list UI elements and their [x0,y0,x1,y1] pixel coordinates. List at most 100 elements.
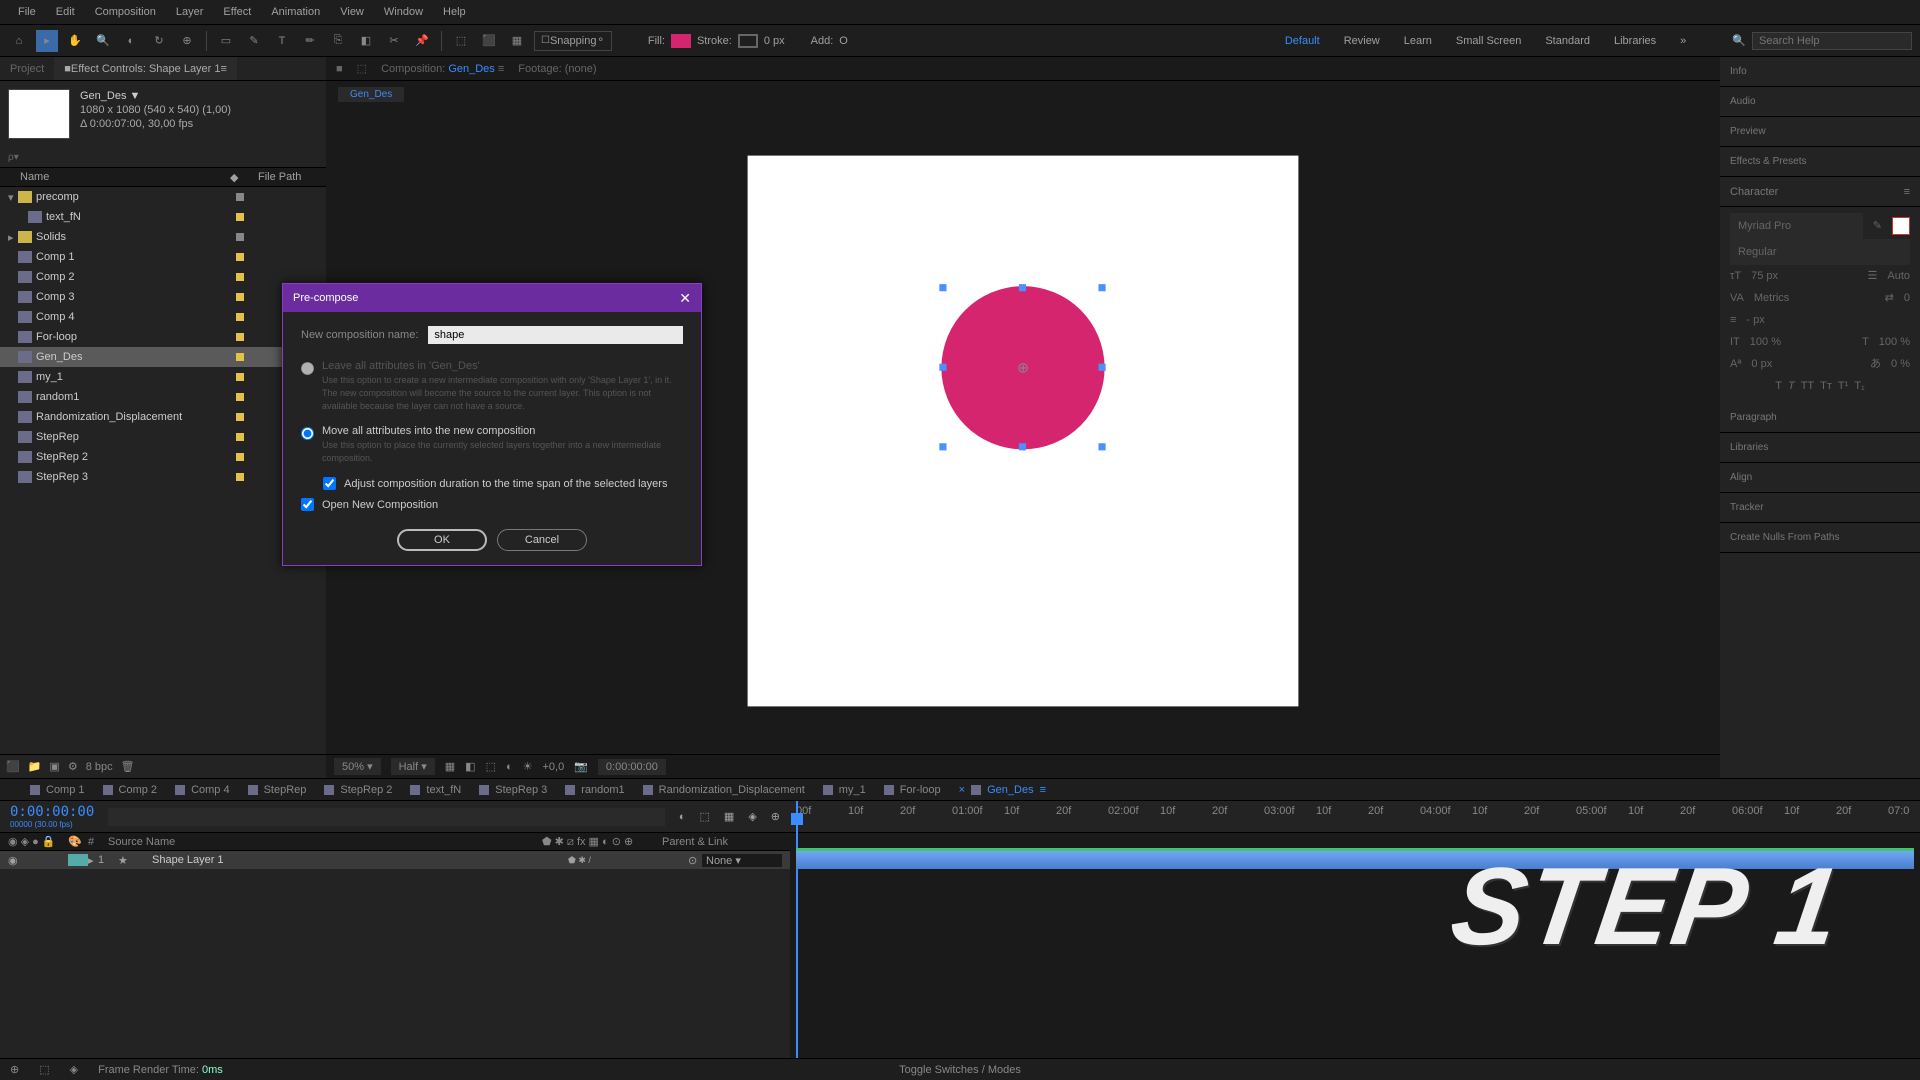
adjust-duration-checkbox[interactable] [323,477,336,490]
timeline-tab[interactable]: Comp 1 [30,784,85,796]
font-family-dropdown[interactable]: Myriad Pro [1730,213,1863,239]
workspace-default[interactable]: Default [1285,35,1320,47]
tracking[interactable]: 0 [1904,287,1910,309]
region-icon[interactable]: ⬚ [486,760,496,773]
menu-help[interactable]: Help [433,6,476,18]
selection-handle[interactable] [1019,443,1026,450]
new-comp-icon[interactable]: ▣ [49,760,59,773]
timeline-layer-row[interactable]: ◉ ▸ 1 ★ Shape Layer 1 ⬟ ✱ / ⊙ None ▾ [0,851,790,869]
leading[interactable]: Auto [1887,265,1910,287]
project-item[interactable]: ▸Solids [0,227,326,247]
hand-tool-icon[interactable]: ✋ [64,30,86,52]
anchor-point-icon[interactable]: ⊕ [1017,358,1029,375]
project-item[interactable]: StepRep 3 [0,467,326,487]
project-item[interactable]: Comp 1 [0,247,326,267]
selection-handle[interactable] [939,363,946,370]
eraser-tool-icon[interactable]: ◧ [355,30,377,52]
snapshot-icon[interactable]: 📷 [574,760,588,773]
parent-dropdown[interactable]: None ▾ [702,854,782,867]
project-item[interactable]: For-loop [0,327,326,347]
footage-tab[interactable]: Footage: (none) [518,63,596,75]
workspace-review[interactable]: Review [1344,35,1380,47]
selection-handle[interactable] [939,284,946,291]
sb-icon[interactable]: ⬚ [39,1063,49,1076]
close-icon[interactable]: ✕ [679,290,691,307]
timeline-tab[interactable]: my_1 [823,784,866,796]
cancel-button[interactable]: Cancel [497,529,587,551]
faux-italic-icon[interactable]: T [1788,375,1795,397]
workspace-standard[interactable]: Standard [1545,35,1590,47]
brush-tool-icon[interactable]: ✏ [299,30,321,52]
ok-button[interactable]: OK [397,529,487,551]
search-help-input[interactable] [1752,32,1912,50]
rotate-tool-icon[interactable]: ↻ [148,30,170,52]
stroke-px[interactable]: - px [1746,309,1764,331]
preview-time[interactable]: 0:00:00:00 [598,759,666,775]
font-size[interactable]: 75 px [1751,265,1778,287]
nulls-panel[interactable]: Create Nulls From Paths [1720,523,1920,553]
timeline-search[interactable] [108,808,665,826]
view-axis-icon[interactable]: ▦ [506,30,528,52]
viewer-lock-icon[interactable]: ■ [336,63,343,75]
breadcrumb-comp[interactable]: Gen_Des [338,87,404,102]
timeline-tab[interactable]: random1 [565,784,624,796]
eyedropper-icon[interactable]: ✎ [1873,215,1882,237]
current-time[interactable]: 0:00:00:00 [10,804,94,820]
timeline-tab[interactable]: Comp 2 [103,784,158,796]
text-tool-icon[interactable]: T [271,30,293,52]
stroke-swatch[interactable] [738,34,758,48]
menu-edit[interactable]: Edit [46,6,85,18]
hscale[interactable]: 100 % [1879,331,1910,353]
pen-tool-icon[interactable]: ✎ [243,30,265,52]
tl-icon[interactable]: ⬚ [700,810,710,823]
audio-panel[interactable]: Audio [1720,87,1920,117]
timeline-tab[interactable]: × Gen_Des ≡ [959,784,1046,796]
comp-name-input[interactable] [428,326,683,344]
label-col-icon[interactable]: ◆ [230,171,244,184]
effects-presets-panel[interactable]: Effects & Presets [1720,147,1920,177]
text-color-swatch[interactable] [1892,217,1910,235]
toggle-transparency-icon[interactable]: ▦ [445,760,455,773]
timeline-tab[interactable]: Randomization_Displacement [643,784,805,796]
project-item[interactable]: Randomization_Displacement [0,407,326,427]
info-panel[interactable]: Info [1720,57,1920,87]
roto-tool-icon[interactable]: ✂ [383,30,405,52]
toggle-mask-icon[interactable]: ◧ [465,760,475,773]
selection-tool-icon[interactable]: ▸ [36,30,58,52]
project-list[interactable]: ▾precomptext_fN▸SolidsComp 1Comp 2Comp 3… [0,187,326,754]
resolution-dropdown[interactable]: Half ▾ [391,758,435,775]
menu-animation[interactable]: Animation [261,6,330,18]
paragraph-panel[interactable]: Paragraph [1720,403,1920,433]
tracker-panel[interactable]: Tracker [1720,493,1920,523]
allcaps-icon[interactable]: TT [1801,375,1814,397]
project-item[interactable]: my_1 [0,367,326,387]
rect-tool-icon[interactable]: ▭ [215,30,237,52]
clone-tool-icon[interactable]: ⎘ [327,30,349,52]
zoom-tool-icon[interactable]: 🔍 [92,30,114,52]
menu-window[interactable]: Window [374,6,433,18]
timeline-tab[interactable]: StepRep 3 [479,784,547,796]
timeline-tab[interactable]: StepRep 2 [324,784,392,796]
orbit-tool-icon[interactable]: ◐ [120,30,142,52]
project-item[interactable]: Comp 3 [0,287,326,307]
settings-icon[interactable]: ⚙ [68,760,78,773]
superscript-icon[interactable]: T¹ [1838,375,1848,397]
selection-handle[interactable] [1098,284,1105,291]
project-item[interactable]: ▾precomp [0,187,326,207]
vscale[interactable]: 100 % [1750,331,1781,353]
selection-handle[interactable] [1019,284,1026,291]
trash-icon[interactable]: 🗑 [121,760,135,773]
time-ruler[interactable]: 00f10f20f01:00f10f20f02:00f10f20f03:00f1… [790,801,1920,833]
baseline[interactable]: 0 px [1751,353,1772,375]
timeline-tab[interactable]: text_fN [410,784,461,796]
composition-canvas[interactable]: ⊕ [748,155,1299,706]
project-item[interactable]: StepRep [0,427,326,447]
interpret-icon[interactable]: ⬛ [6,760,20,773]
faux-bold-icon[interactable]: T [1775,375,1782,397]
preview-panel[interactable]: Preview [1720,117,1920,147]
dialog-titlebar[interactable]: Pre-compose ✕ [283,284,701,312]
menu-view[interactable]: View [330,6,374,18]
tl-icon[interactable]: ◈ [748,810,756,823]
smallcaps-icon[interactable]: Tᴛ [1820,375,1832,397]
tl-icon[interactable]: ▦ [724,810,734,823]
